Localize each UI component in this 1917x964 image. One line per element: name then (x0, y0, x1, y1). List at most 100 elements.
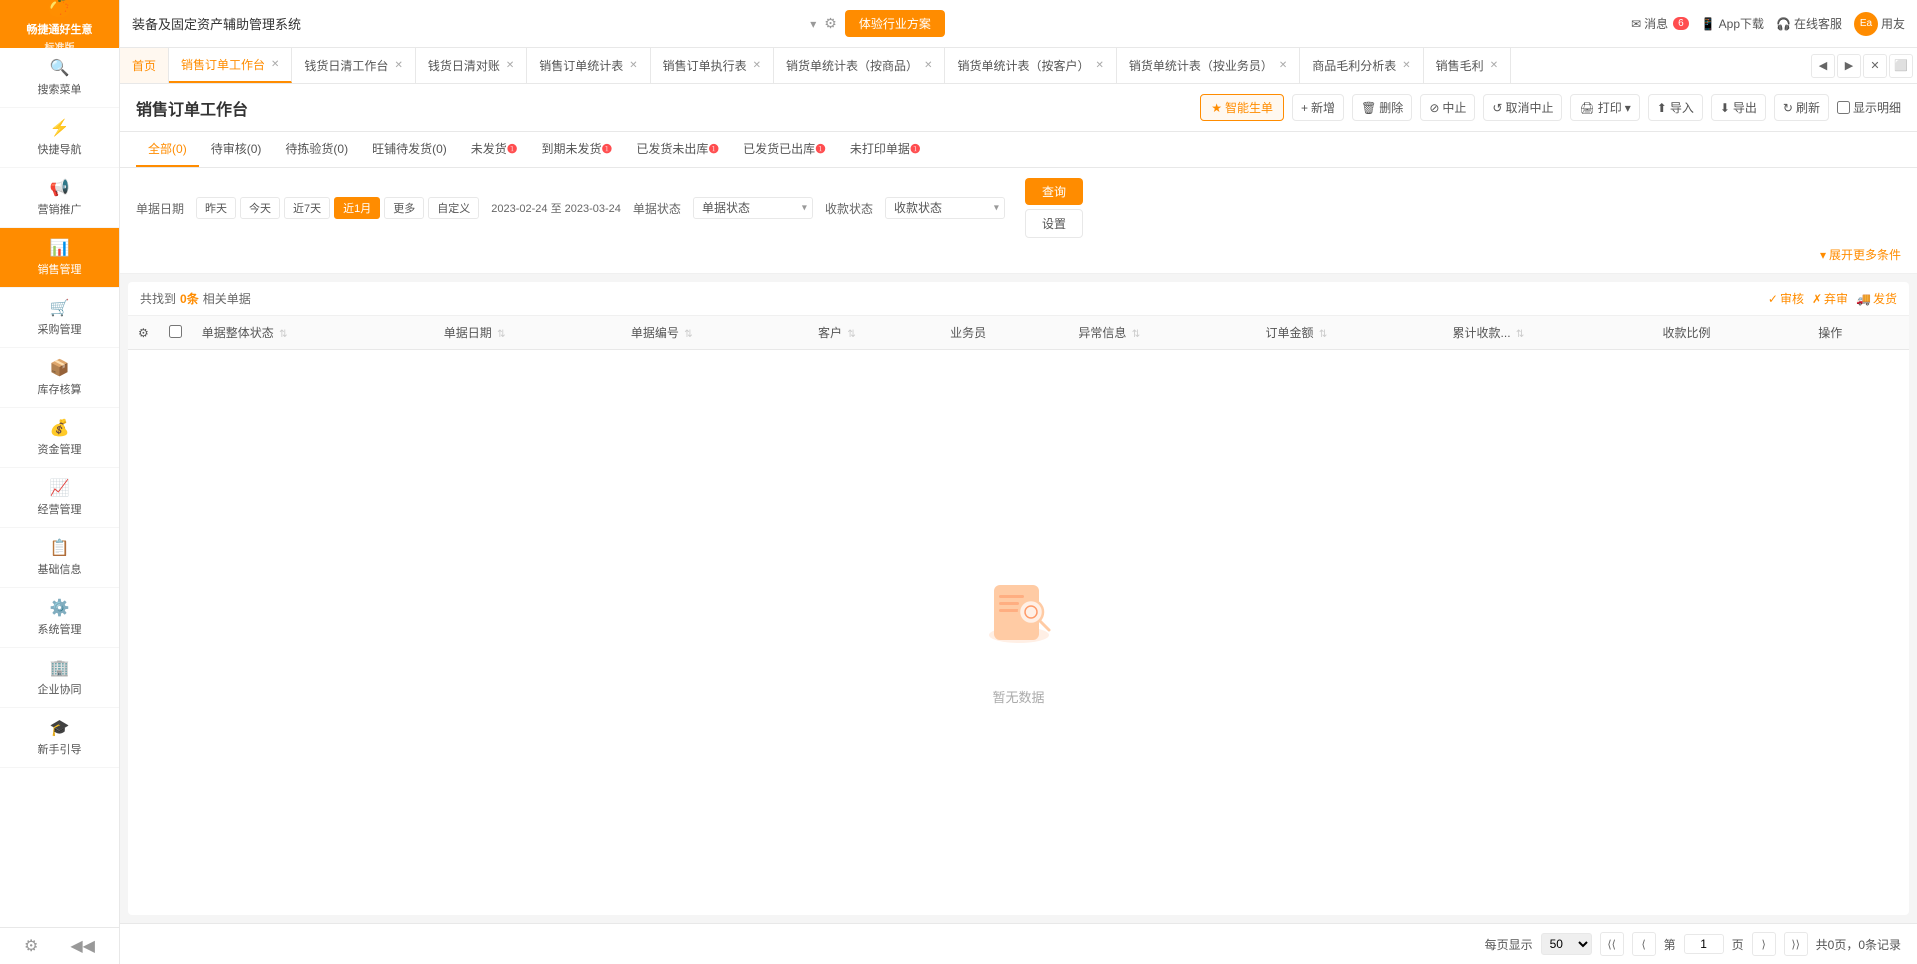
expand-filter-btn[interactable]: ▾ 展开更多条件 (1820, 246, 1901, 263)
tab-maximize-btn[interactable]: ⬜ (1889, 54, 1913, 78)
settings-icon[interactable]: ⚙ (824, 15, 837, 32)
user-btn[interactable]: Ea 用友 (1854, 12, 1905, 36)
cancel-stop-btn[interactable]: ↺ 取消中止 (1483, 94, 1562, 121)
industry-btn[interactable]: 体验行业方案 (845, 10, 945, 37)
sort-icon[interactable]: ⇅ (279, 329, 287, 340)
tab-close-icon[interactable]: ✕ (1490, 60, 1498, 71)
smart-generate-btn[interactable]: ★ 智能生单 (1200, 94, 1284, 121)
dropdown-arrow-icon[interactable]: ▾ (810, 17, 816, 31)
th-settings[interactable]: ⚙ (128, 316, 159, 350)
tab-close-icon[interactable]: ✕ (924, 60, 932, 71)
date-1month-btn[interactable]: 近1月 (334, 197, 380, 219)
audit-action-btn[interactable]: ✓ 审核 (1768, 290, 1804, 307)
tab-close-icon[interactable]: ✕ (1279, 60, 1287, 71)
unaudit-action-btn[interactable]: ✗ 弃审 (1812, 290, 1848, 307)
tab-sales-profit[interactable]: 销售毛利 ✕ (1424, 48, 1511, 83)
sidebar-item-label: 营销推广 (38, 201, 82, 217)
message-btn[interactable]: ✉ 消息 6 (1631, 15, 1689, 32)
tab-close-icon[interactable]: ✕ (394, 60, 402, 71)
tab-close-icon[interactable]: ✕ (753, 60, 761, 71)
smart-generate-label: 智能生单 (1225, 99, 1273, 116)
date-more-btn[interactable]: 更多 (384, 197, 424, 219)
subtab-wangpu-ship[interactable]: 旺铺待发货(0) (360, 132, 459, 167)
tab-scroll-left-btn[interactable]: ◀ (1811, 54, 1835, 78)
sidebar-item-search[interactable]: 🔍 搜索菜单 (0, 48, 119, 108)
sort-icon[interactable]: ⇅ (1516, 329, 1524, 340)
add-btn[interactable]: + 新增 (1292, 94, 1344, 121)
sidebar-item-system[interactable]: ⚙️ 系统管理 (0, 588, 119, 648)
sidebar-item-purchase[interactable]: 🛒 采购管理 (0, 288, 119, 348)
th-checkbox[interactable] (159, 316, 192, 350)
tab-sales-stat[interactable]: 销售订单统计表 ✕ (527, 48, 650, 83)
page-prev-btn[interactable]: ⟨ (1632, 932, 1656, 956)
tab-sales-summary-customer[interactable]: 销货单统计表（按客户） ✕ (945, 48, 1116, 83)
tab-home[interactable]: 首页 (120, 48, 169, 83)
ship-action-btn[interactable]: 🚚 发货 (1856, 290, 1897, 307)
page-number-input[interactable] (1684, 934, 1724, 954)
sidebar-item-operation[interactable]: 📈 经营管理 (0, 468, 119, 528)
date-today-btn[interactable]: 今天 (240, 197, 280, 219)
stop-btn[interactable]: ⊘ 中止 (1420, 94, 1475, 121)
online-service-btn[interactable]: 🎧 在线客服 (1776, 15, 1842, 32)
subtab-shipped-out[interactable]: 已发货已出库❶ (731, 132, 838, 167)
export-btn[interactable]: ⬇ 导出 (1711, 94, 1766, 121)
tab-close-icon[interactable]: ✕ (1095, 60, 1103, 71)
show-detail-checkbox[interactable]: 显示明细 (1837, 99, 1901, 116)
page-next-btn[interactable]: ⟩ (1752, 932, 1776, 956)
subtab-all[interactable]: 全部(0) (136, 132, 199, 167)
payment-select[interactable]: 收款状态 (885, 197, 1005, 219)
tab-cash-daily[interactable]: 钱货日清工作台 ✕ (292, 48, 415, 83)
select-all-checkbox[interactable] (169, 325, 182, 338)
app-download-btn[interactable]: 📱 App下载 (1701, 15, 1764, 32)
tab-gross-profit[interactable]: 商品毛利分析表 ✕ (1300, 48, 1423, 83)
tab-close-icon[interactable]: ✕ (629, 60, 637, 71)
sidebar-item-marketing[interactable]: 📢 营销推广 (0, 168, 119, 228)
sort-icon[interactable]: ⇅ (1132, 329, 1140, 340)
sidebar-item-inventory[interactable]: 📦 库存核算 (0, 348, 119, 408)
tab-close-icon[interactable]: ✕ (506, 60, 514, 71)
subtab-not-printed[interactable]: 未打印单据❶ (838, 132, 933, 167)
export-label: 导出 (1733, 99, 1757, 116)
tab-sales-workbench[interactable]: 销售订单工作台 ✕ (169, 48, 292, 83)
page-first-btn[interactable]: ⟨⟨ (1600, 932, 1624, 956)
subtab-shipped-not-out[interactable]: 已发货未出库❶ (624, 132, 731, 167)
date-yesterday-btn[interactable]: 昨天 (196, 197, 236, 219)
tab-close-all-btn[interactable]: ✕ (1863, 54, 1887, 78)
date-custom-btn[interactable]: 自定义 (428, 197, 479, 219)
collapse-icon[interactable]: ◀◀ (70, 936, 95, 956)
status-select[interactable]: 单据状态 (693, 197, 813, 219)
subtab-pending-audit[interactable]: 待审核(0) (199, 132, 274, 167)
sort-icon[interactable]: ⇅ (1319, 329, 1327, 340)
subtab-all-label: 全部(0) (148, 142, 187, 156)
sidebar-item-sales[interactable]: 📊 销售管理 (0, 228, 119, 288)
sidebar-item-quick-nav[interactable]: ⚡ 快捷导航 (0, 108, 119, 168)
tab-scroll-right-btn[interactable]: ▶ (1837, 54, 1861, 78)
sidebar-item-guide[interactable]: 🎓 新手引导 (0, 708, 119, 768)
tab-sales-summary-product[interactable]: 销货单统计表（按商品） ✕ (774, 48, 945, 83)
sidebar-item-base[interactable]: 📋 基础信息 (0, 528, 119, 588)
sidebar-item-enterprise[interactable]: 🏢 企业协同 (0, 648, 119, 708)
date-7days-btn[interactable]: 近7天 (284, 197, 330, 219)
settings-filter-btn[interactable]: 设置 (1025, 209, 1083, 238)
subtab-expired-ship[interactable]: 到期未发货❶ (530, 132, 625, 167)
import-btn[interactable]: ⬆ 导入 (1648, 94, 1703, 121)
sidebar-item-finance[interactable]: 💰 资金管理 (0, 408, 119, 468)
query-btn[interactable]: 查询 (1025, 178, 1083, 205)
delete-btn[interactable]: 🗑 删除 (1352, 94, 1412, 121)
sort-icon[interactable]: ⇅ (847, 329, 855, 340)
page-last-btn[interactable]: ⟩⟩ (1784, 932, 1808, 956)
subtab-pending-check[interactable]: 待拣验货(0) (273, 132, 360, 167)
tab-cash-reconcile[interactable]: 钱货日清对账 ✕ (416, 48, 527, 83)
show-detail-input[interactable] (1837, 101, 1850, 114)
per-page-select[interactable]: 10 20 50 100 (1541, 933, 1592, 955)
tab-sales-summary-staff[interactable]: 销货单统计表（按业务员） ✕ (1117, 48, 1300, 83)
sort-icon[interactable]: ⇅ (497, 329, 505, 340)
print-btn[interactable]: 🖨 打印 ▾ (1570, 94, 1639, 121)
tab-close-icon[interactable]: ✕ (271, 59, 279, 70)
tab-sales-exec[interactable]: 销售订单执行表 ✕ (651, 48, 774, 83)
subtab-not-shipped[interactable]: 未发货❶ (459, 132, 530, 167)
sort-icon[interactable]: ⇅ (684, 329, 692, 340)
tab-close-icon[interactable]: ✕ (1402, 60, 1410, 71)
settings-icon[interactable]: ⚙ (24, 936, 38, 956)
refresh-btn[interactable]: ↻ 刷新 (1774, 94, 1829, 121)
